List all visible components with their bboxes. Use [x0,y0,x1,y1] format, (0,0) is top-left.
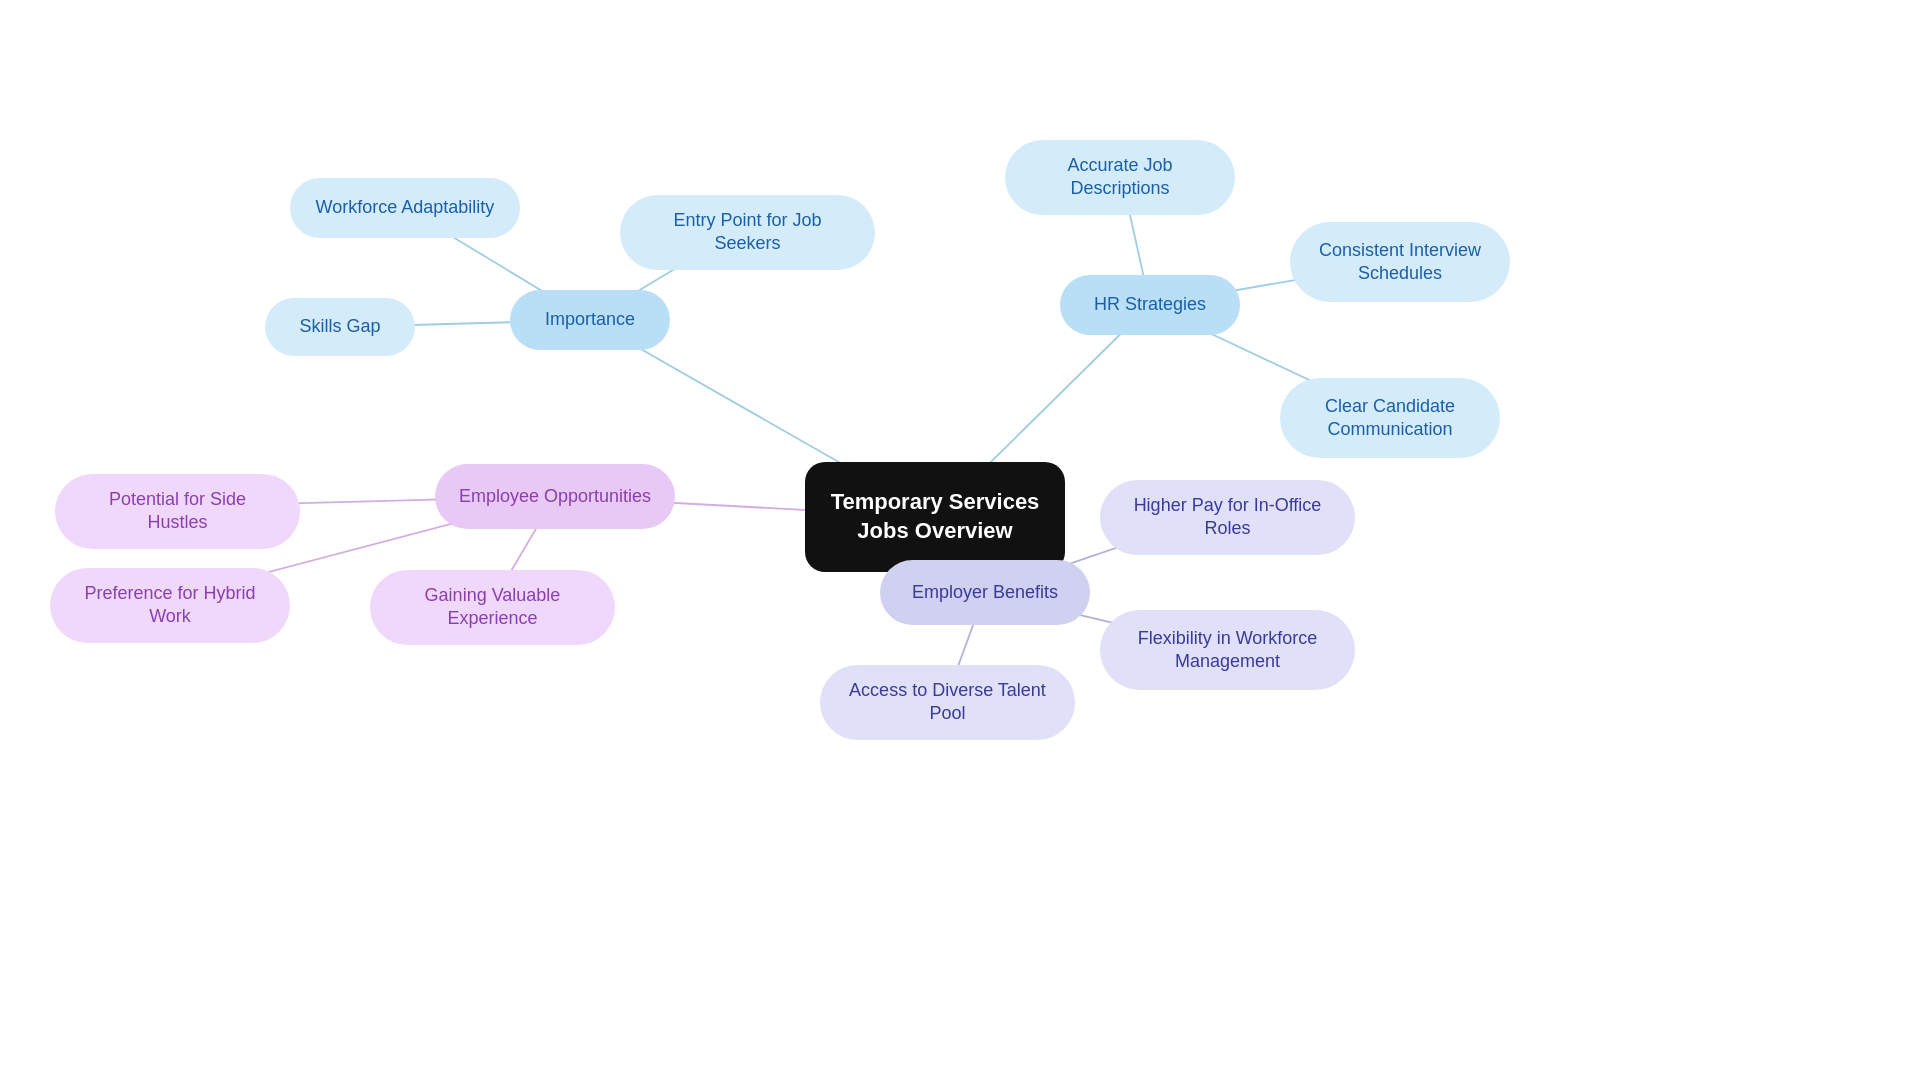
importance-node: Importance [510,290,670,350]
valuable_exp-node: Gaining Valuable Experience [370,570,615,645]
hr_strategies-node: HR Strategies [1060,275,1240,335]
diverse_talent-node: Access to Diverse Talent Pool [820,665,1075,740]
workforce_adaptability-node: Workforce Adaptability [290,178,520,238]
hybrid_work-node: Preference for Hybrid Work [50,568,290,643]
consistent_interview-node: Consistent Interview Schedules [1290,222,1510,302]
flexibility-node: Flexibility in Workforce Management [1100,610,1355,690]
employer_benefits-node: Employer Benefits [880,560,1090,625]
clear_candidate-node: Clear Candidate Communication [1280,378,1500,458]
skills_gap-node: Skills Gap [265,298,415,356]
mindmap-container: Temporary Services Jobs Overview Importan… [0,0,1920,1083]
accurate_job-node: Accurate Job Descriptions [1005,140,1235,215]
entry_point-node: Entry Point for Job Seekers [620,195,875,270]
side_hustles-node: Potential for Side Hustles [55,474,300,549]
higher_pay-node: Higher Pay for In-Office Roles [1100,480,1355,555]
employee_opps-node: Employee Opportunities [435,464,675,529]
center-node: Temporary Services Jobs Overview [805,462,1065,572]
